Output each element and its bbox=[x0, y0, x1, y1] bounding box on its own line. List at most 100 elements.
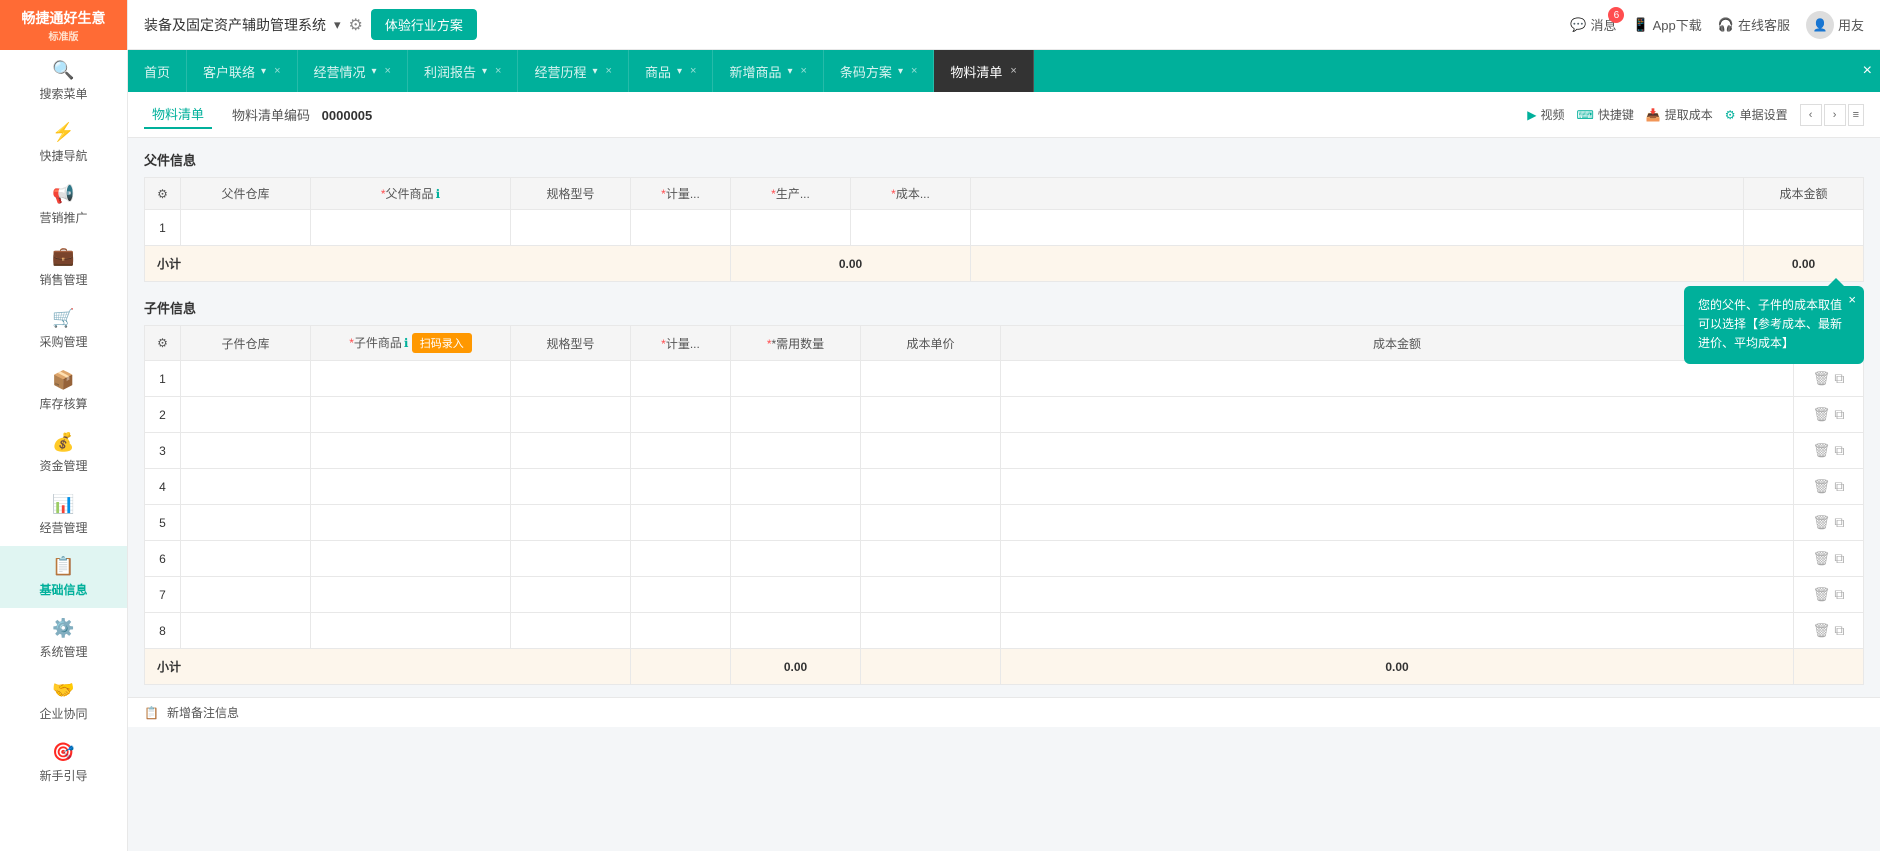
child-warehouse-cell[interactable] bbox=[181, 577, 311, 613]
child-unit-cell[interactable] bbox=[631, 541, 731, 577]
settings-icon[interactable]: ⚙ bbox=[349, 15, 363, 35]
extract-cost-btn[interactable]: 📥 提取成本 bbox=[1646, 106, 1713, 123]
close-tab-icon[interactable]: × bbox=[385, 65, 391, 77]
tab-operation[interactable]: 经营情况 ▾ × bbox=[298, 50, 408, 92]
tooltip-close-btn[interactable]: × bbox=[1848, 290, 1856, 311]
delete-icon[interactable]: 🗑 bbox=[1813, 406, 1831, 423]
parent-col-settings[interactable]: ⚙ bbox=[145, 178, 181, 210]
messages-btn[interactable]: 💬 消息 6 bbox=[1570, 15, 1616, 34]
child-spec-cell[interactable] bbox=[511, 613, 631, 649]
parent-cost-amount-cell[interactable] bbox=[1744, 210, 1864, 246]
child-goods-cell[interactable] bbox=[311, 541, 511, 577]
close-tab-icon[interactable]: × bbox=[274, 65, 280, 77]
doc-settings-btn[interactable]: ⚙ 单据设置 bbox=[1725, 106, 1788, 123]
child-unit-price-cell[interactable] bbox=[861, 577, 1001, 613]
user-avatar[interactable]: 👤 用友 bbox=[1806, 11, 1864, 39]
close-tab-icon[interactable]: × bbox=[800, 65, 806, 77]
child-warehouse-cell[interactable] bbox=[181, 361, 311, 397]
child-spec-cell[interactable] bbox=[511, 433, 631, 469]
sidebar-item-inventory[interactable]: 📦 库存核算 bbox=[0, 360, 127, 422]
parent-spec-cell[interactable] bbox=[511, 210, 631, 246]
delete-icon[interactable]: 🗑 bbox=[1813, 514, 1831, 531]
tab-goods[interactable]: 商品 ▾ × bbox=[629, 50, 713, 92]
child-goods-cell[interactable] bbox=[311, 613, 511, 649]
child-col-settings[interactable]: ⚙ bbox=[145, 326, 181, 361]
child-unit-cell[interactable] bbox=[631, 433, 731, 469]
nav-next-btn[interactable]: › bbox=[1824, 104, 1846, 126]
delete-icon[interactable]: 🗑 bbox=[1813, 442, 1831, 459]
child-cost-amount-cell[interactable] bbox=[1001, 469, 1794, 505]
child-unit-price-cell[interactable] bbox=[861, 361, 1001, 397]
child-unit-cell[interactable] bbox=[631, 613, 731, 649]
child-warehouse-cell[interactable] bbox=[181, 469, 311, 505]
sidebar-item-purchase[interactable]: 🛒 采购管理 bbox=[0, 298, 127, 360]
copy-icon[interactable]: ⧉ bbox=[1834, 514, 1844, 531]
child-spec-cell[interactable] bbox=[511, 397, 631, 433]
child-unit-cell[interactable] bbox=[631, 577, 731, 613]
experience-btn[interactable]: 体验行业方案 bbox=[371, 9, 477, 40]
child-goods-cell[interactable] bbox=[311, 361, 511, 397]
sidebar-item-marketing[interactable]: 📢 营销推广 bbox=[0, 174, 127, 236]
child-warehouse-cell[interactable] bbox=[181, 433, 311, 469]
child-goods-cell[interactable] bbox=[311, 577, 511, 613]
child-goods-cell[interactable] bbox=[311, 397, 511, 433]
close-tab-icon[interactable]: × bbox=[911, 65, 917, 77]
child-unit-price-cell[interactable] bbox=[861, 469, 1001, 505]
close-all-icon[interactable]: × bbox=[1863, 62, 1872, 80]
tab-history[interactable]: 经营历程 ▾ × bbox=[518, 50, 628, 92]
close-tab-icon[interactable]: × bbox=[606, 65, 612, 77]
child-qty-cell[interactable] bbox=[731, 361, 861, 397]
child-spec-cell[interactable] bbox=[511, 541, 631, 577]
close-tab-icon[interactable]: × bbox=[495, 65, 501, 77]
child-unit-price-cell[interactable] bbox=[861, 397, 1001, 433]
parent-cost-cell[interactable] bbox=[851, 210, 971, 246]
delete-icon[interactable]: 🗑 bbox=[1813, 586, 1831, 603]
child-spec-cell[interactable] bbox=[511, 505, 631, 541]
child-warehouse-cell[interactable] bbox=[181, 397, 311, 433]
sidebar-item-business[interactable]: 📊 经营管理 bbox=[0, 484, 127, 546]
tab-customer[interactable]: 客户联络 ▾ × bbox=[187, 50, 297, 92]
sidebar-item-guide[interactable]: 🎯 新手引导 bbox=[0, 732, 127, 794]
delete-icon[interactable]: 🗑 bbox=[1813, 370, 1831, 387]
tab-new-goods[interactable]: 新增商品 ▾ × bbox=[713, 50, 823, 92]
child-goods-cell[interactable] bbox=[311, 469, 511, 505]
sidebar-item-sales[interactable]: 💼 销售管理 bbox=[0, 236, 127, 298]
parent-unit-cell[interactable] bbox=[631, 210, 731, 246]
child-warehouse-cell[interactable] bbox=[181, 505, 311, 541]
video-btn[interactable]: ▶ 视频 bbox=[1527, 106, 1564, 123]
parent-warehouse-cell[interactable] bbox=[181, 210, 311, 246]
child-unit-price-cell[interactable] bbox=[861, 541, 1001, 577]
app-download-btn[interactable]: 📱 App下载 bbox=[1632, 15, 1701, 34]
close-tab-icon[interactable]: × bbox=[690, 65, 696, 77]
sidebar-item-capital[interactable]: 💰 资金管理 bbox=[0, 422, 127, 484]
child-unit-price-cell[interactable] bbox=[861, 613, 1001, 649]
tab-barcode[interactable]: 条码方案 ▾ × bbox=[824, 50, 934, 92]
copy-icon[interactable]: ⧉ bbox=[1834, 478, 1844, 495]
copy-icon[interactable]: ⧉ bbox=[1834, 550, 1844, 567]
child-unit-cell[interactable] bbox=[631, 361, 731, 397]
child-cost-amount-cell[interactable] bbox=[1001, 433, 1794, 469]
child-qty-cell[interactable] bbox=[731, 613, 861, 649]
child-cost-amount-cell[interactable] bbox=[1001, 361, 1794, 397]
nav-prev-btn[interactable]: ‹ bbox=[1800, 104, 1822, 126]
child-cost-amount-cell[interactable] bbox=[1001, 613, 1794, 649]
sidebar-item-enterprise[interactable]: 🤝 企业协同 bbox=[0, 670, 127, 732]
copy-icon[interactable]: ⧉ bbox=[1834, 586, 1844, 603]
child-qty-cell[interactable] bbox=[731, 469, 861, 505]
delete-icon[interactable]: 🗑 bbox=[1813, 478, 1831, 495]
child-qty-cell[interactable] bbox=[731, 505, 861, 541]
online-service-btn[interactable]: 🎧 在线客服 bbox=[1718, 15, 1790, 34]
delete-icon[interactable]: 🗑 bbox=[1813, 622, 1831, 639]
close-tab-icon[interactable]: × bbox=[1010, 65, 1016, 77]
copy-icon[interactable]: ⧉ bbox=[1834, 370, 1844, 387]
parent-production-cell[interactable] bbox=[731, 210, 851, 246]
child-goods-cell[interactable] bbox=[311, 433, 511, 469]
child-warehouse-cell[interactable] bbox=[181, 613, 311, 649]
child-unit-price-cell[interactable] bbox=[861, 433, 1001, 469]
child-qty-cell[interactable] bbox=[731, 541, 861, 577]
sub-tab-bom-code[interactable]: 物料清单编码 0000005 bbox=[224, 101, 380, 128]
scan-input-btn[interactable]: 扫码录入 bbox=[412, 333, 472, 353]
child-qty-cell[interactable] bbox=[731, 397, 861, 433]
sidebar-item-quick-nav[interactable]: ⚡ 快捷导航 bbox=[0, 112, 127, 174]
child-unit-cell[interactable] bbox=[631, 505, 731, 541]
